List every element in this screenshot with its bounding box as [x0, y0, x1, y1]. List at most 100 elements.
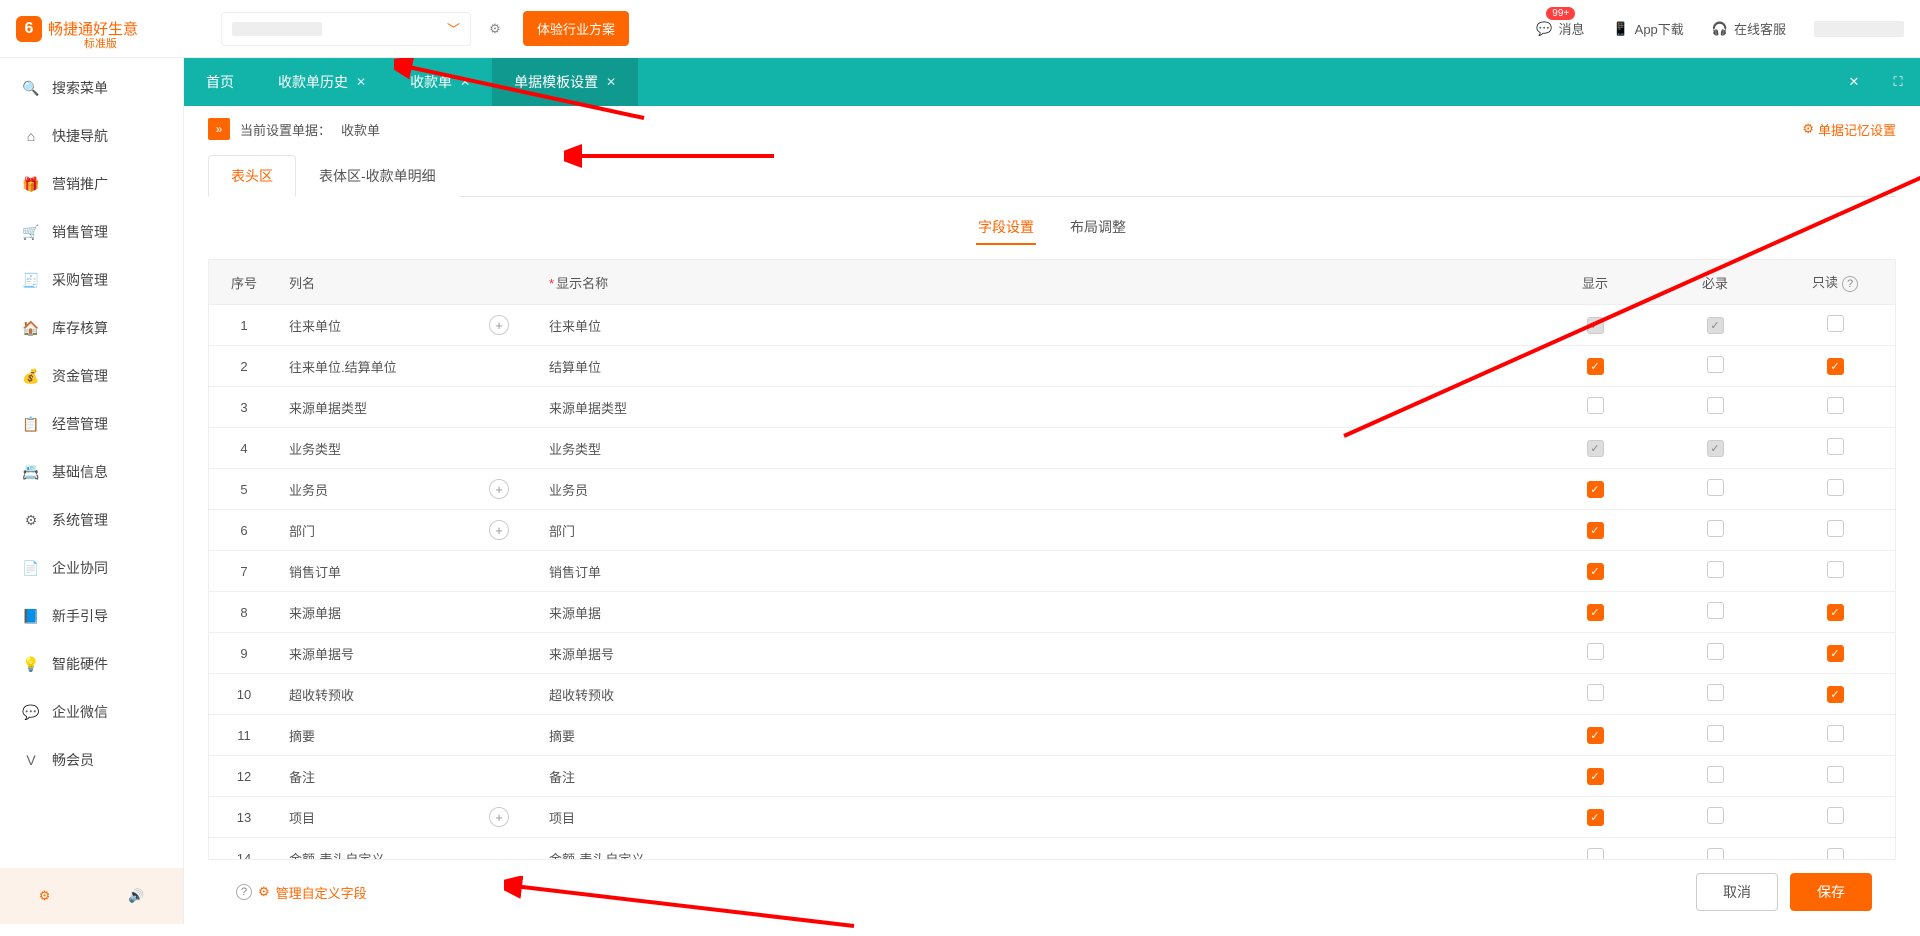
- doc-memory-settings-link[interactable]: ⚙ 单据记忆设置: [1802, 120, 1896, 139]
- cell-display[interactable]: 往来单位: [539, 305, 1535, 346]
- section-tab-1[interactable]: 表体区-收款单明细: [296, 155, 459, 197]
- nav-item-2[interactable]: 🎁营销推广: [0, 160, 183, 208]
- messages-link[interactable]: 💬 消息 99+: [1536, 19, 1584, 38]
- checkbox[interactable]: [1827, 315, 1844, 332]
- checkbox[interactable]: [1827, 645, 1844, 662]
- checkbox[interactable]: [1827, 438, 1844, 455]
- checkbox[interactable]: [1707, 602, 1724, 619]
- add-column-button[interactable]: +: [489, 315, 509, 335]
- nav-item-10[interactable]: 📄企业协同: [0, 544, 183, 592]
- checkbox[interactable]: [1707, 479, 1724, 496]
- checkbox[interactable]: [1827, 479, 1844, 496]
- add-column-button[interactable]: +: [489, 479, 509, 499]
- footer-sound-icon[interactable]: 🔊: [128, 888, 144, 904]
- checkbox[interactable]: [1587, 358, 1604, 375]
- checkbox[interactable]: [1827, 520, 1844, 537]
- nav-item-5[interactable]: 🏠库存核算: [0, 304, 183, 352]
- cell-display[interactable]: 来源单据: [539, 592, 1535, 633]
- nav-item-0[interactable]: 🔍搜索菜单: [0, 64, 183, 112]
- section-tab-0[interactable]: 表头区: [208, 155, 296, 197]
- nav-item-1[interactable]: ⌂快捷导航: [0, 112, 183, 160]
- checkbox[interactable]: [1587, 768, 1604, 785]
- cell-display[interactable]: 业务类型: [539, 428, 1535, 469]
- tab-收款单[interactable]: 收款单✕: [388, 58, 492, 106]
- checkbox[interactable]: [1707, 848, 1724, 859]
- checkbox[interactable]: [1827, 358, 1844, 375]
- checkbox[interactable]: [1707, 807, 1724, 824]
- close-icon[interactable]: ✕: [606, 75, 616, 89]
- nav-item-8[interactable]: 📇基础信息: [0, 448, 183, 496]
- cell-display[interactable]: 部门: [539, 510, 1535, 551]
- manage-custom-fields-link[interactable]: ? ⚙ 管理自定义字段: [232, 883, 367, 902]
- cancel-button[interactable]: 取消: [1696, 873, 1778, 911]
- org-select[interactable]: ﹀: [221, 12, 471, 46]
- cell-display[interactable]: 超收转预收: [539, 674, 1535, 715]
- checkbox[interactable]: [1707, 520, 1724, 537]
- add-column-button[interactable]: +: [489, 807, 509, 827]
- checkbox[interactable]: [1707, 725, 1724, 742]
- checkbox[interactable]: [1587, 397, 1604, 414]
- cell-display[interactable]: 项目: [539, 797, 1535, 838]
- checkbox[interactable]: [1587, 643, 1604, 660]
- nav-item-9[interactable]: ⚙系统管理: [0, 496, 183, 544]
- nav-item-11[interactable]: 📘新手引导: [0, 592, 183, 640]
- checkbox[interactable]: [1707, 684, 1724, 701]
- checkbox[interactable]: [1587, 522, 1604, 539]
- close-tab-icon[interactable]: ✕: [1832, 58, 1876, 106]
- checkbox[interactable]: [1587, 727, 1604, 744]
- cell-display[interactable]: 金额-表头自定义: [539, 838, 1535, 860]
- checkbox[interactable]: [1827, 604, 1844, 621]
- footer-gear-icon[interactable]: ⚙: [39, 888, 51, 904]
- checkbox[interactable]: [1827, 686, 1844, 703]
- cell-display[interactable]: 备注: [539, 756, 1535, 797]
- nav-item-14[interactable]: V畅会员: [0, 736, 183, 784]
- checkbox[interactable]: [1587, 809, 1604, 826]
- checkbox[interactable]: [1707, 766, 1724, 783]
- close-icon[interactable]: ✕: [356, 75, 366, 89]
- user-menu[interactable]: [1814, 21, 1904, 37]
- checkbox[interactable]: [1827, 848, 1844, 859]
- tab-单据模板设置[interactable]: 单据模板设置✕: [492, 58, 638, 106]
- checkbox[interactable]: [1827, 561, 1844, 578]
- help-icon[interactable]: ?: [1842, 276, 1858, 292]
- fullscreen-icon[interactable]: ⛶: [1876, 58, 1920, 106]
- checkbox[interactable]: [1707, 561, 1724, 578]
- checkbox[interactable]: [1827, 766, 1844, 783]
- checkbox[interactable]: [1707, 643, 1724, 660]
- checkbox[interactable]: [1587, 604, 1604, 621]
- close-icon[interactable]: ✕: [460, 75, 470, 89]
- add-column-button[interactable]: +: [489, 520, 509, 540]
- nav-item-12[interactable]: 💡智能硬件: [0, 640, 183, 688]
- cell-display[interactable]: 来源单据号: [539, 633, 1535, 674]
- checkbox[interactable]: [1587, 563, 1604, 580]
- nav-item-7[interactable]: 📋经营管理: [0, 400, 183, 448]
- customer-service-link[interactable]: 🎧 在线客服: [1712, 19, 1786, 38]
- tab-首页[interactable]: 首页: [184, 58, 256, 106]
- nav-item-6[interactable]: 💰资金管理: [0, 352, 183, 400]
- checkbox[interactable]: [1827, 725, 1844, 742]
- checkbox[interactable]: [1587, 481, 1604, 498]
- nav-item-13[interactable]: 💬企业微信: [0, 688, 183, 736]
- tab-收款单历史[interactable]: 收款单历史✕: [256, 58, 388, 106]
- cell-display[interactable]: 来源单据类型: [539, 387, 1535, 428]
- inner-tab-1[interactable]: 布局调整: [1068, 211, 1128, 245]
- checkbox[interactable]: [1587, 848, 1604, 859]
- nav-item-4[interactable]: 🧾采购管理: [0, 256, 183, 304]
- checkbox[interactable]: [1707, 397, 1724, 414]
- inner-tab-0[interactable]: 字段设置: [976, 211, 1036, 245]
- checkbox[interactable]: [1587, 684, 1604, 701]
- save-button[interactable]: 保存: [1790, 873, 1872, 911]
- cell-display[interactable]: 摘要: [539, 715, 1535, 756]
- cell-display[interactable]: 结算单位: [539, 346, 1535, 387]
- settings-gear-button[interactable]: ⚙: [479, 13, 511, 45]
- nav-item-3[interactable]: 🛒销售管理: [0, 208, 183, 256]
- try-industry-button[interactable]: 体验行业方案: [523, 11, 629, 46]
- checkbox[interactable]: [1827, 807, 1844, 824]
- cell-display[interactable]: 销售订单: [539, 551, 1535, 592]
- app-download-link[interactable]: 📱 App下载: [1612, 19, 1683, 38]
- checkbox[interactable]: [1707, 356, 1724, 373]
- collapse-sidebar-button[interactable]: »: [208, 118, 230, 140]
- nav-icon: 📄: [22, 559, 40, 577]
- cell-display[interactable]: 业务员: [539, 469, 1535, 510]
- checkbox[interactable]: [1827, 397, 1844, 414]
